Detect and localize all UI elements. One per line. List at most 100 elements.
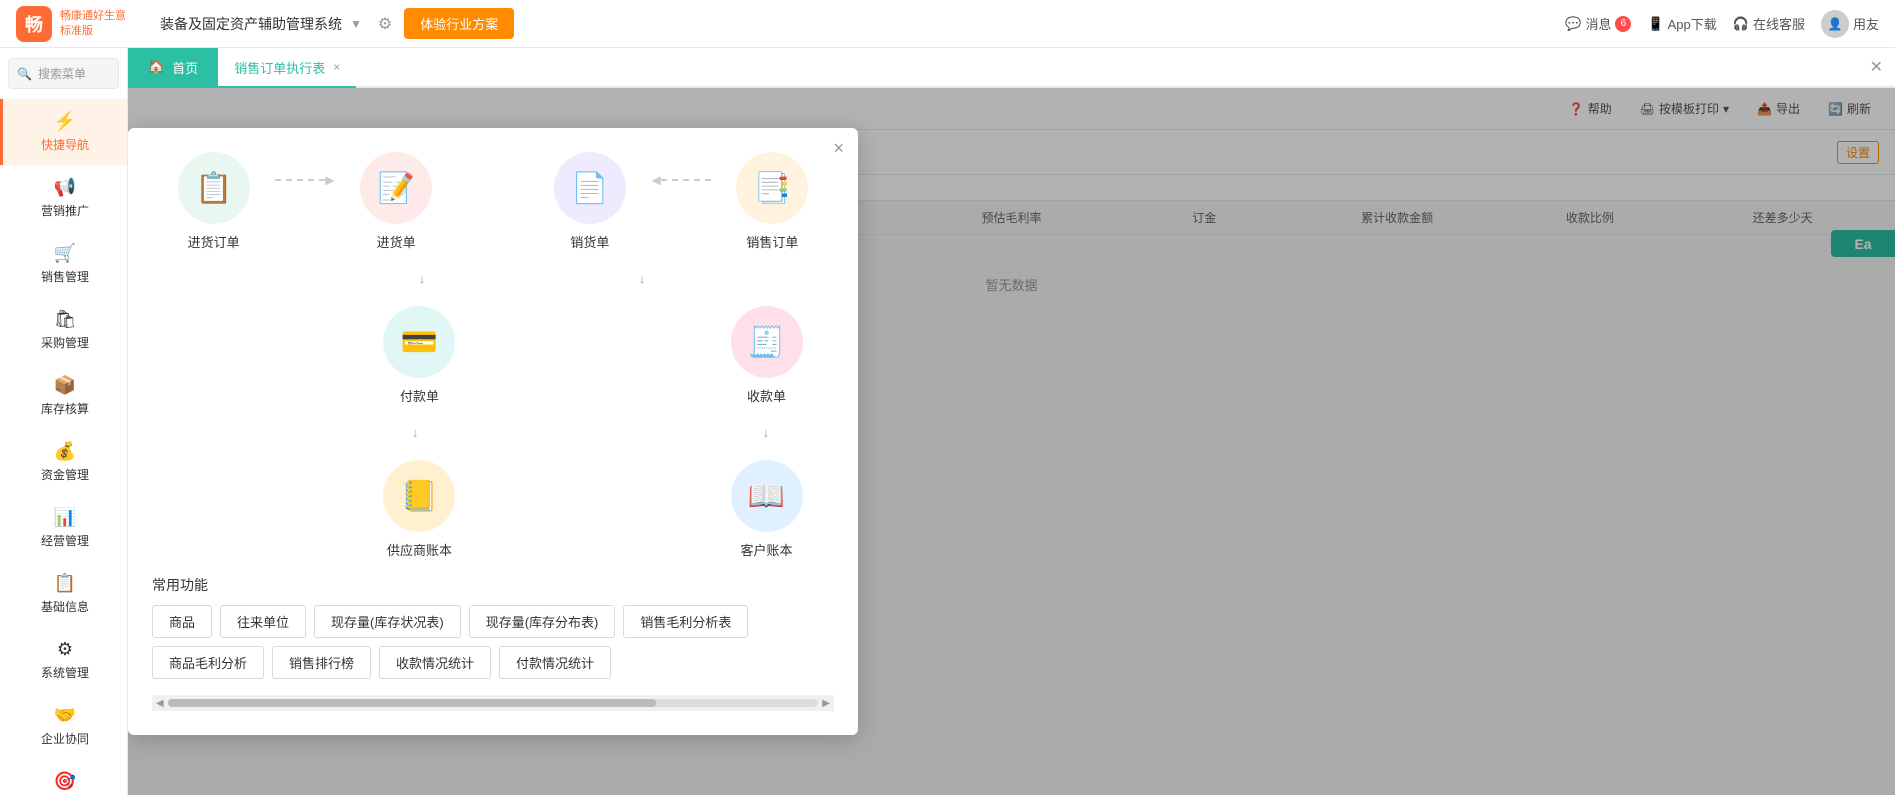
func-btn-销售毛利分析表[interactable]: 销售毛利分析表	[623, 605, 748, 638]
func-btn-收款情况统计[interactable]: 收款情况统计	[379, 646, 491, 679]
topbar-right: 💬 消息 6 📱 App下载 🎧 在线客服 👤 用友	[1565, 10, 1879, 38]
flow-circle-supplier: 📒	[383, 460, 455, 532]
flow-sales-order[interactable]: 📑 销售订单	[711, 152, 834, 251]
spacer-m2	[483, 425, 697, 440]
scroll-right-arrow[interactable]: ▶	[822, 698, 830, 709]
spacer-l2	[152, 425, 347, 440]
flow-label-sales-order: 销售订单	[746, 232, 798, 251]
down-arrow-customer: ↓	[698, 425, 834, 440]
sidebar-label-inventory: 库存核算	[41, 400, 89, 417]
sidebar-item-sales[interactable]: 🛒销售管理	[0, 231, 127, 297]
flow-label-payment: 付款单	[400, 386, 439, 405]
flow-label-supplier: 供应商账本	[387, 540, 452, 559]
scroll-thumb	[168, 699, 656, 707]
system-title: 装备及固定资产辅助管理系统 ▼ ⚙	[160, 14, 392, 34]
flow-row-2: 💳 付款单 🧾 收款单	[152, 306, 834, 405]
sidebar-icon-newbie: 🎯	[54, 771, 76, 792]
sidebar-icon-system: ⚙	[57, 639, 73, 660]
sidebar-icon-marketing: 📢	[54, 177, 76, 198]
online-service-btn[interactable]: 🎧 在线客服	[1733, 14, 1805, 33]
flow-arrow-h2: ◀	[651, 173, 710, 231]
sidebar-label-sales: 销售管理	[41, 268, 89, 285]
flow-purchase-bill[interactable]: 📝 进货单	[335, 152, 458, 251]
flow-sales-bill[interactable]: 📄 销货单	[528, 152, 651, 251]
flow-circle-sales-order: 📑	[736, 152, 808, 224]
topbar-settings-icon[interactable]: ⚙	[378, 14, 392, 34]
flow-arrows-down-row: ↓ ↓	[152, 271, 834, 286]
down-arrow-payment: ↓	[352, 271, 492, 286]
sidebar-search-area: 🔍 搜索菜单	[0, 48, 127, 99]
scroll-track[interactable]	[168, 699, 819, 707]
system-dropdown-icon[interactable]: ▼	[350, 17, 362, 31]
func-btn-付款情况统计[interactable]: 付款情况统计	[499, 646, 611, 679]
func-btn-商品毛利分析[interactable]: 商品毛利分析	[152, 646, 264, 679]
flow-supplier-ledger[interactable]: 📒 供应商账本	[352, 460, 487, 559]
service-icon: 🎧	[1733, 16, 1749, 32]
spacer-mid	[492, 271, 572, 286]
page-content: ❓ 帮助 🖨 按模板打印 ▾ 📤 导出 🔄 刷新	[128, 88, 1895, 795]
flow-purchase-order[interactable]: 📋 进货订单	[152, 152, 275, 251]
flow-circle-customer: 📖	[731, 460, 803, 532]
func-btn-现存量(库存状况表)[interactable]: 现存量(库存状况表)	[314, 605, 461, 638]
message-btn[interactable]: 💬 消息 6	[1565, 14, 1631, 33]
sidebar-item-basic-info[interactable]: 📋基础信息	[0, 561, 127, 627]
sidebar-nav: ⚡ 快捷导航 📢 营销推广 🛒销售管理🛍采购管理 📦 库存核算 💰资金管理📊经营管理📋基础信息…	[0, 99, 127, 795]
tab-sales-order[interactable]: 销售订单执行表 ×	[218, 48, 356, 88]
search-menu-button[interactable]: 🔍 搜索菜单	[8, 58, 119, 89]
sidebar-item-finance[interactable]: 💰资金管理	[0, 429, 127, 495]
modal-close-button[interactable]: ×	[833, 138, 844, 159]
sidebar-item-marketing[interactable]: 📢 营销推广	[0, 165, 127, 231]
flow-receipt-bill[interactable]: 🧾 收款单	[699, 306, 834, 405]
flow-circle-receipt: 🧾	[731, 306, 803, 378]
sidebar-label-finance: 资金管理	[41, 466, 89, 483]
sidebar-icon-inventory: 📦	[54, 375, 76, 396]
sidebar-item-inventory[interactable]: 📦 库存核算	[0, 363, 127, 429]
system-name: 装备及固定资产辅助管理系统	[160, 14, 342, 34]
logo-text: 畅康通好生意 标准版	[60, 9, 126, 38]
sidebar-item-quick-nav[interactable]: ⚡ 快捷导航	[0, 99, 127, 165]
tab-close-icon[interactable]: ×	[333, 60, 340, 74]
sidebar-icon-operations: 📊	[54, 507, 76, 528]
sidebar-item-purchase[interactable]: 🛍采购管理	[0, 297, 127, 363]
flow-label-receipt: 收款单	[747, 386, 786, 405]
sidebar-label-basic-info: 基础信息	[41, 598, 89, 615]
func-btn-销售排行榜[interactable]: 销售排行榜	[272, 646, 371, 679]
sidebar-label-collab: 企业协同	[41, 730, 89, 747]
spacer-left	[152, 271, 292, 286]
sidebar-item-operations[interactable]: 📊经营管理	[0, 495, 127, 561]
flow-circle-purchase-bill: 📝	[360, 152, 432, 224]
sidebar-label-marketing: 营销推广	[41, 202, 89, 219]
sidebar-item-collab[interactable]: 🤝企业协同	[0, 693, 127, 759]
message-icon: 💬	[1565, 16, 1581, 32]
common-funcs-section: 常用功能 商品往来单位现存量(库存状况表)现存量(库存分布表)销售毛利分析表商品…	[152, 575, 834, 679]
flow-label-sales-bill: 销货单	[570, 232, 609, 251]
func-btn-现存量(库存分布表)[interactable]: 现存量(库存分布表)	[469, 605, 616, 638]
flow-payment-bill[interactable]: 💳 付款单	[352, 306, 487, 405]
home-icon: 🏠	[148, 59, 164, 75]
app-download-btn[interactable]: 📱 App下载	[1647, 14, 1716, 33]
sidebar-item-system[interactable]: ⚙ 系统管理	[0, 627, 127, 693]
user-avatar: 👤	[1821, 10, 1849, 38]
flow-customer-ledger[interactable]: 📖 客户账本	[699, 460, 834, 559]
scroll-left-arrow[interactable]: ◀	[156, 698, 164, 709]
user-area[interactable]: 👤 用友	[1821, 10, 1879, 38]
flow-row-3: 📒 供应商账本 📖 客户账本	[152, 460, 834, 559]
modal-overlay[interactable]: × 📋 进货订单	[128, 88, 1895, 795]
sidebar-label-quick-nav: 快捷导航	[41, 136, 89, 153]
sidebar-item-newbie[interactable]: 🎯新手引导	[0, 759, 127, 795]
func-btn-商品[interactable]: 商品	[152, 605, 212, 638]
flow-diagram: 📋 进货订单 ▶	[152, 152, 834, 559]
flow-circle-purchase-order: 📋	[178, 152, 250, 224]
func-btn-往来单位[interactable]: 往来单位	[220, 605, 306, 638]
flow-arrows-down-row2: ↓ ↓	[152, 425, 834, 440]
tab-home[interactable]: 🏠 首页	[128, 48, 218, 88]
tab-bar: 🏠 首页 销售订单执行表 × ✕	[128, 48, 1895, 88]
sidebar-label-system: 系统管理	[41, 664, 89, 681]
down-arrow-receipt: ↓	[572, 271, 712, 286]
sidebar-icon-quick-nav: ⚡	[54, 111, 76, 132]
tab-area-close-button[interactable]: ✕	[1858, 48, 1895, 86]
func-buttons: 商品往来单位现存量(库存状况表)现存量(库存分布表)销售毛利分析表商品毛利分析销…	[152, 605, 834, 679]
trial-button[interactable]: 体验行业方案	[404, 8, 514, 39]
content-area: 🏠 首页 销售订单执行表 × ✕ ❓ 帮助	[128, 48, 1895, 795]
sidebar-icon-purchase: 🛍	[54, 309, 77, 330]
